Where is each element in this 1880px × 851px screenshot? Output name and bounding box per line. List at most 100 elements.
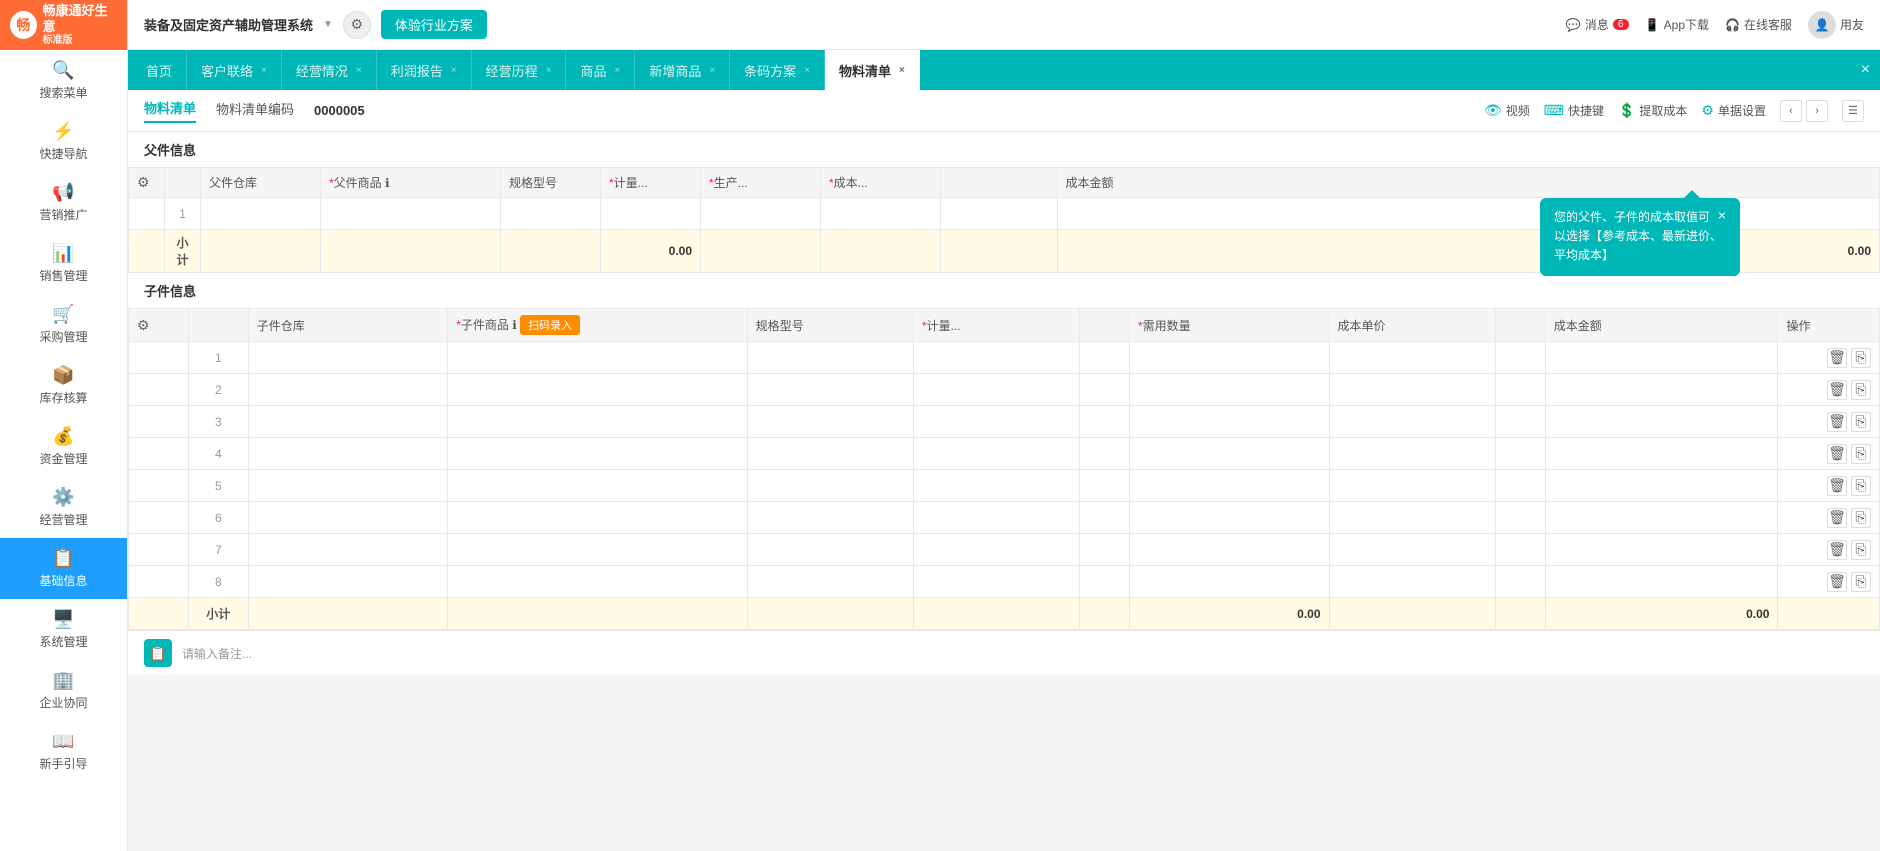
child-row-needed-qty[interactable]	[1130, 566, 1330, 598]
settings-button[interactable]: ⚙	[343, 11, 371, 39]
child-row-goods[interactable]	[448, 438, 747, 470]
subtab-bom-list[interactable]: 物料清单	[144, 98, 196, 123]
sidebar-item-enterprise[interactable]: 🏢 企业协同	[0, 660, 127, 721]
tab-customer[interactable]: 客户联络 ×	[187, 50, 282, 90]
child-row-unit[interactable]	[913, 438, 1079, 470]
child-row-unit[interactable]	[913, 470, 1079, 502]
list-view-button[interactable]: ☰	[1842, 100, 1864, 122]
copy-icon[interactable]: ⎘	[1851, 380, 1871, 400]
tab-new-goods-close[interactable]: ×	[709, 65, 715, 76]
tab-new-goods[interactable]: 新增商品 ×	[635, 50, 730, 90]
tab-home[interactable]: 首页	[132, 50, 187, 90]
child-row-goods[interactable]	[448, 566, 747, 598]
tab-profit[interactable]: 利润报告 ×	[377, 50, 472, 90]
copy-icon[interactable]: ⎘	[1851, 508, 1871, 528]
scan-button[interactable]: 扫码录入	[520, 315, 580, 335]
child-row-unit[interactable]	[913, 406, 1079, 438]
copy-icon[interactable]: ⎘	[1851, 540, 1871, 560]
prev-arrow[interactable]: ‹	[1780, 100, 1802, 122]
sidebar-item-search[interactable]: 🔍 搜索菜单	[0, 50, 127, 111]
tab-goods[interactable]: 商品 ×	[566, 50, 635, 90]
copy-icon[interactable]: ⎘	[1851, 348, 1871, 368]
parent-row-unit[interactable]	[601, 198, 701, 230]
child-row-needed-qty[interactable]	[1130, 406, 1330, 438]
user-profile[interactable]: 👤 用友	[1808, 11, 1864, 39]
child-row-unit-cost[interactable]	[1329, 566, 1495, 598]
child-row-spec[interactable]	[747, 502, 913, 534]
single-settings-action[interactable]: ⚙ 单据设置	[1701, 102, 1766, 119]
sidebar-item-purchase[interactable]: 🛒 采购管理	[0, 294, 127, 355]
delete-icon[interactable]: 🗑	[1827, 508, 1847, 528]
child-row-warehouse[interactable]	[248, 502, 448, 534]
child-row-warehouse[interactable]	[248, 566, 448, 598]
child-row-unit[interactable]	[913, 342, 1079, 374]
tooltip-close-button[interactable]: ×	[1718, 208, 1726, 222]
child-row-goods[interactable]	[448, 374, 747, 406]
tab-goods-close[interactable]: ×	[614, 65, 620, 76]
parent-row-goods[interactable]	[321, 198, 501, 230]
child-row-unit-cost[interactable]	[1329, 438, 1495, 470]
sidebar-item-guide[interactable]: 📖 新手引导	[0, 721, 127, 782]
child-row-needed-qty[interactable]	[1130, 374, 1330, 406]
notes-placeholder[interactable]: 请输入备注...	[182, 645, 252, 662]
parent-row-warehouse[interactable]	[201, 198, 321, 230]
sidebar-item-quick-nav[interactable]: ⚡ 快捷导航	[0, 111, 127, 172]
tab-bom-close[interactable]: ×	[899, 65, 905, 76]
delete-icon[interactable]: 🗑	[1827, 348, 1847, 368]
child-row-goods[interactable]	[448, 470, 747, 502]
child-row-goods[interactable]	[448, 406, 747, 438]
child-row-spec[interactable]	[747, 534, 913, 566]
tab-history-close[interactable]: ×	[546, 65, 552, 76]
child-row-unit-cost[interactable]	[1329, 374, 1495, 406]
delete-icon[interactable]: 🗑	[1827, 444, 1847, 464]
parent-row-spec[interactable]	[501, 198, 601, 230]
child-row-unit[interactable]	[913, 502, 1079, 534]
sidebar-item-system[interactable]: 🖥️ 系统管理	[0, 599, 127, 660]
tab-history[interactable]: 经营历程 ×	[472, 50, 567, 90]
tab-bom[interactable]: 物料清单 ×	[825, 50, 920, 90]
child-row-unit-cost[interactable]	[1329, 406, 1495, 438]
child-row-spec[interactable]	[747, 470, 913, 502]
delete-icon[interactable]: 🗑	[1827, 380, 1847, 400]
child-row-unit[interactable]	[913, 374, 1079, 406]
sidebar-item-sales[interactable]: 📊 销售管理	[0, 233, 127, 294]
extract-cost-action[interactable]: 💲 提取成本	[1618, 102, 1687, 119]
child-row-unit-cost[interactable]	[1329, 342, 1495, 374]
child-settings-icon[interactable]: ⚙	[137, 317, 150, 333]
sidebar-item-basic-info[interactable]: 📋 基础信息	[0, 538, 127, 599]
sidebar-item-inventory[interactable]: 📦 库存核算	[0, 355, 127, 416]
tab-operations[interactable]: 经营情况 ×	[282, 50, 377, 90]
child-row-spec[interactable]	[747, 342, 913, 374]
child-row-goods[interactable]	[448, 534, 747, 566]
child-row-spec[interactable]	[747, 374, 913, 406]
copy-icon[interactable]: ⎘	[1851, 412, 1871, 432]
tab-customer-close[interactable]: ×	[261, 65, 267, 76]
child-row-warehouse[interactable]	[248, 406, 448, 438]
child-row-unit[interactable]	[913, 534, 1079, 566]
delete-icon[interactable]: 🗑	[1827, 540, 1847, 560]
copy-icon[interactable]: ⎘	[1851, 476, 1871, 496]
online-service-button[interactable]: 🎧 在线客服	[1725, 16, 1792, 33]
child-row-needed-qty[interactable]	[1130, 342, 1330, 374]
tab-profit-close[interactable]: ×	[451, 65, 457, 76]
child-row-needed-qty[interactable]	[1130, 470, 1330, 502]
child-row-goods[interactable]	[448, 502, 747, 534]
copy-icon[interactable]: ⎘	[1851, 572, 1871, 592]
tab-barcode-close[interactable]: ×	[804, 65, 810, 76]
copy-icon[interactable]: ⎘	[1851, 444, 1871, 464]
child-row-goods[interactable]	[448, 342, 747, 374]
shortcut-action[interactable]: ⌨ 快捷键	[1544, 102, 1604, 119]
child-row-unit[interactable]	[913, 566, 1079, 598]
child-row-warehouse[interactable]	[248, 534, 448, 566]
chevron-down-icon[interactable]: ▼	[323, 19, 333, 30]
tab-operations-close[interactable]: ×	[356, 65, 362, 76]
child-row-needed-qty[interactable]	[1130, 534, 1330, 566]
child-row-warehouse[interactable]	[248, 438, 448, 470]
subtab-bom-code[interactable]: 物料清单编码	[216, 99, 294, 122]
sidebar-item-marketing[interactable]: 📢 营销推广	[0, 172, 127, 233]
sidebar-item-finance[interactable]: 💰 资金管理	[0, 416, 127, 477]
child-row-warehouse[interactable]	[248, 342, 448, 374]
next-arrow[interactable]: ›	[1806, 100, 1828, 122]
child-row-unit-cost[interactable]	[1329, 502, 1495, 534]
delete-icon[interactable]: 🗑	[1827, 572, 1847, 592]
